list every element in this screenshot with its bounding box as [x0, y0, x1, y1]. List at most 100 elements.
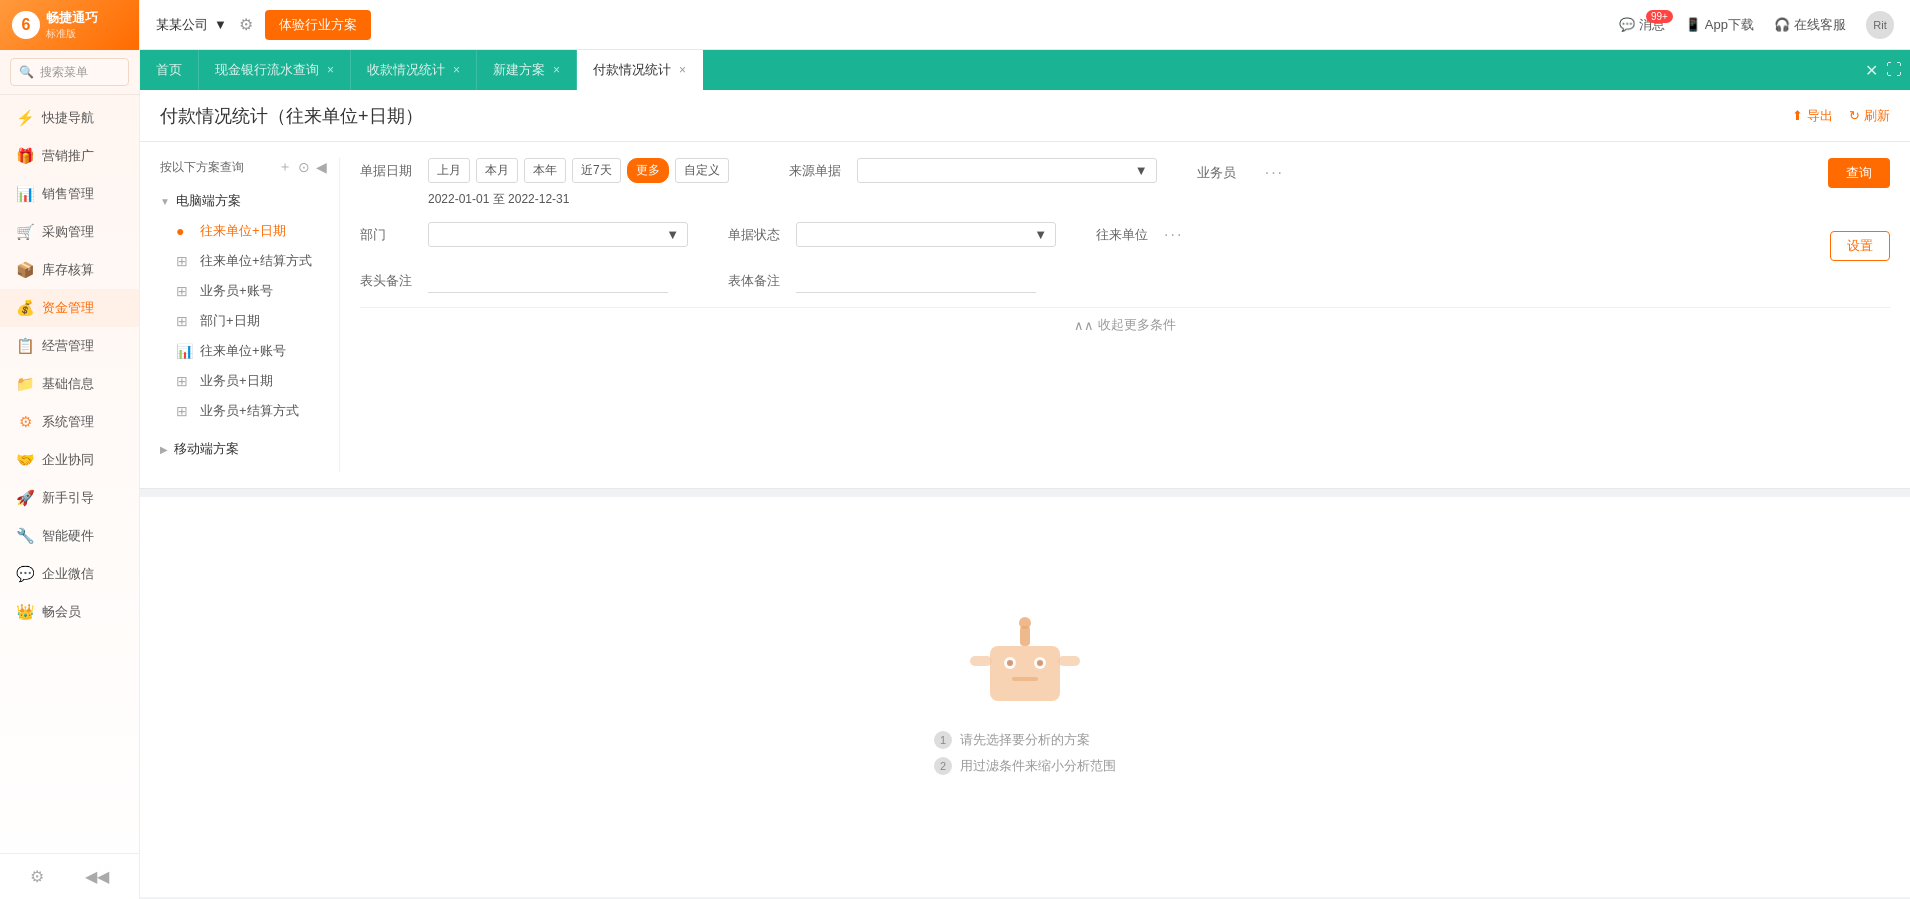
tab-receipt-stats-close[interactable]: ×: [453, 63, 460, 77]
scheme-item-unit-date[interactable]: ● 往来单位+日期: [160, 216, 327, 246]
sidebar-item-wechat[interactable]: 💬 企业微信: [0, 555, 139, 593]
page-title: 付款情况统计（往来单位+日期）: [160, 104, 423, 128]
inventory-icon: 📦: [16, 261, 34, 279]
page-actions: ⬆ 导出 ↻ 刷新: [1792, 107, 1890, 125]
empty-tip-1: 1 请先选择要分析的方案: [934, 731, 1116, 749]
date-this-month[interactable]: 本月: [476, 158, 518, 183]
sidebar-item-finance[interactable]: 💰 资金管理: [0, 289, 139, 327]
sidebar-item-guide[interactable]: 🚀 新手引导: [0, 479, 139, 517]
date-last-month[interactable]: 上月: [428, 158, 470, 183]
header-right: 💬 消息 99+ 📱 App下载 🎧 在线客服 Rit: [1619, 11, 1894, 39]
collapse-sidebar-icon[interactable]: ◀◀: [85, 867, 109, 886]
collapse-scheme-icon[interactable]: ◀: [316, 159, 327, 175]
tab-home[interactable]: 首页: [140, 50, 199, 90]
date-this-year[interactable]: 本年: [524, 158, 566, 183]
tab-new-scheme-close[interactable]: ×: [553, 63, 560, 77]
scheme-item-unit-settle[interactable]: ⊞ 往来单位+结算方式: [160, 246, 327, 276]
close-all-tabs-icon[interactable]: ✕: [1865, 61, 1878, 80]
trial-button[interactable]: 体验行业方案: [265, 10, 371, 40]
settings-bottom-icon[interactable]: ⚙: [30, 867, 44, 886]
sidebar-item-system[interactable]: ⚙ 系统管理: [0, 403, 139, 441]
operation-icon: 📋: [16, 337, 34, 355]
staff-settle-icon: ⊞: [176, 403, 192, 419]
sidebar-item-quick-nav[interactable]: ⚡ 快捷导航: [0, 99, 139, 137]
sidebar-item-hardware[interactable]: 🔧 智能硬件: [0, 517, 139, 555]
tab-bank-flow[interactable]: 现金银行流水查询 ×: [199, 50, 351, 90]
sidebar-item-basic-info[interactable]: 📁 基础信息: [0, 365, 139, 403]
body-note-label: 表体备注: [728, 272, 788, 290]
sidebar-item-label: 企业微信: [42, 565, 94, 583]
header-note-input[interactable]: [428, 269, 668, 293]
refresh-button[interactable]: ↻ 刷新: [1849, 107, 1890, 125]
date-more-btn[interactable]: 更多: [627, 158, 669, 183]
staff-account-icon: ⊞: [176, 283, 192, 299]
mobile-scheme-section-title[interactable]: ▶ 移动端方案: [160, 434, 327, 464]
tab-bank-flow-close[interactable]: ×: [327, 63, 334, 77]
settings-scheme-icon[interactable]: ⊙: [298, 159, 310, 175]
sales-icon: 📊: [16, 185, 34, 203]
sidebar-item-label: 智能硬件: [42, 527, 94, 545]
search-menu-label: 搜索菜单: [40, 64, 88, 81]
source-doc-select[interactable]: ▼: [857, 158, 1157, 183]
staff-date-icon: ⊞: [176, 373, 192, 389]
counterpart-more-btn[interactable]: ···: [1164, 226, 1183, 244]
message-icon: 💬: [1619, 17, 1635, 32]
app-download-action[interactable]: 📱 App下载: [1685, 16, 1754, 34]
scheme-item-staff-account[interactable]: ⊞ 业务员+账号: [160, 276, 327, 306]
logo-sub: 标准版: [46, 27, 98, 41]
refresh-label: 刷新: [1864, 107, 1890, 125]
export-button[interactable]: ⬆ 导出: [1792, 107, 1833, 125]
tab-bar: 首页 现金银行流水查询 × 收款情况统计 × 新建方案 × 付款情况统计 × ✕…: [140, 50, 1910, 90]
guide-icon: 🚀: [16, 489, 34, 507]
message-badge: 99+: [1646, 10, 1673, 23]
scheme-item-label: 往来单位+日期: [200, 222, 286, 240]
header-note-label: 表头备注: [360, 272, 420, 290]
user-avatar[interactable]: Rit: [1866, 11, 1894, 39]
scheme-item-unit-account[interactable]: 📊 往来单位+账号: [160, 336, 327, 366]
sidebar-search[interactable]: 🔍 搜索菜单: [0, 50, 139, 95]
message-action[interactable]: 💬 消息 99+: [1619, 16, 1665, 34]
hardware-icon: 🔧: [16, 527, 34, 545]
tab-new-scheme[interactable]: 新建方案 ×: [477, 50, 577, 90]
main-content: 某某公司 ▼ ⚙ 体验行业方案 💬 消息 99+ 📱 App下载 🎧 在线客服 …: [140, 0, 1910, 899]
doc-status-select[interactable]: ▼: [796, 222, 1056, 247]
pc-section-label: 电脑端方案: [176, 192, 241, 210]
query-button[interactable]: 查询: [1828, 158, 1890, 188]
company-selector[interactable]: 某某公司 ▼: [156, 16, 227, 34]
scheme-item-staff-date[interactable]: ⊞ 业务员+日期: [160, 366, 327, 396]
scheme-item-staff-settle[interactable]: ⊞ 业务员+结算方式: [160, 396, 327, 426]
dept-select[interactable]: ▼: [428, 222, 688, 247]
sidebar-item-inventory[interactable]: 📦 库存核算: [0, 251, 139, 289]
pc-scheme-section-title[interactable]: ▼ 电脑端方案: [160, 186, 327, 216]
scheme-item-label: 业务员+账号: [200, 282, 273, 300]
sidebar-item-marketing[interactable]: 🎁 营销推广: [0, 137, 139, 175]
unit-account-icon: 📊: [176, 343, 192, 359]
online-service-action[interactable]: 🎧 在线客服: [1774, 16, 1846, 34]
search-menu-btn[interactable]: 🔍 搜索菜单: [10, 58, 129, 86]
header-gear-icon[interactable]: ⚙: [239, 15, 253, 34]
tab-payment-stats[interactable]: 付款情况统计 ×: [577, 50, 703, 90]
setting-button[interactable]: 设置: [1830, 231, 1890, 261]
tab-payment-stats-close[interactable]: ×: [679, 63, 686, 77]
tab-receipt-stats[interactable]: 收款情况统计 ×: [351, 50, 477, 90]
sidebar-item-vip[interactable]: 👑 畅会员: [0, 593, 139, 631]
sidebar-item-purchase[interactable]: 🛒 采购管理: [0, 213, 139, 251]
salesman-more-btn[interactable]: ···: [1265, 164, 1284, 182]
date-custom[interactable]: 自定义: [675, 158, 729, 183]
date-last-7-days[interactable]: 近7天: [572, 158, 621, 183]
logo-name: 畅捷通巧: [46, 9, 98, 27]
expand-tabs-icon[interactable]: ⛶: [1886, 61, 1902, 79]
sidebar-item-operation[interactable]: 📋 经营管理: [0, 327, 139, 365]
body-note-input[interactable]: [796, 269, 1036, 293]
source-doc-arrow: ▼: [1135, 163, 1148, 178]
scheme-item-dept-date[interactable]: ⊞ 部门+日期: [160, 306, 327, 336]
collapse-bar[interactable]: ∧∧ 收起更多条件: [360, 307, 1890, 342]
export-icon: ⬆: [1792, 108, 1803, 123]
sidebar-item-sales[interactable]: 📊 销售管理: [0, 175, 139, 213]
sidebar-item-enterprise[interactable]: 🤝 企业协同: [0, 441, 139, 479]
add-scheme-icon[interactable]: ＋: [278, 158, 292, 176]
finance-icon: 💰: [16, 299, 34, 317]
purchase-icon: 🛒: [16, 223, 34, 241]
sidebar-item-label: 基础信息: [42, 375, 94, 393]
doc-status-label: 单据状态: [728, 226, 788, 244]
